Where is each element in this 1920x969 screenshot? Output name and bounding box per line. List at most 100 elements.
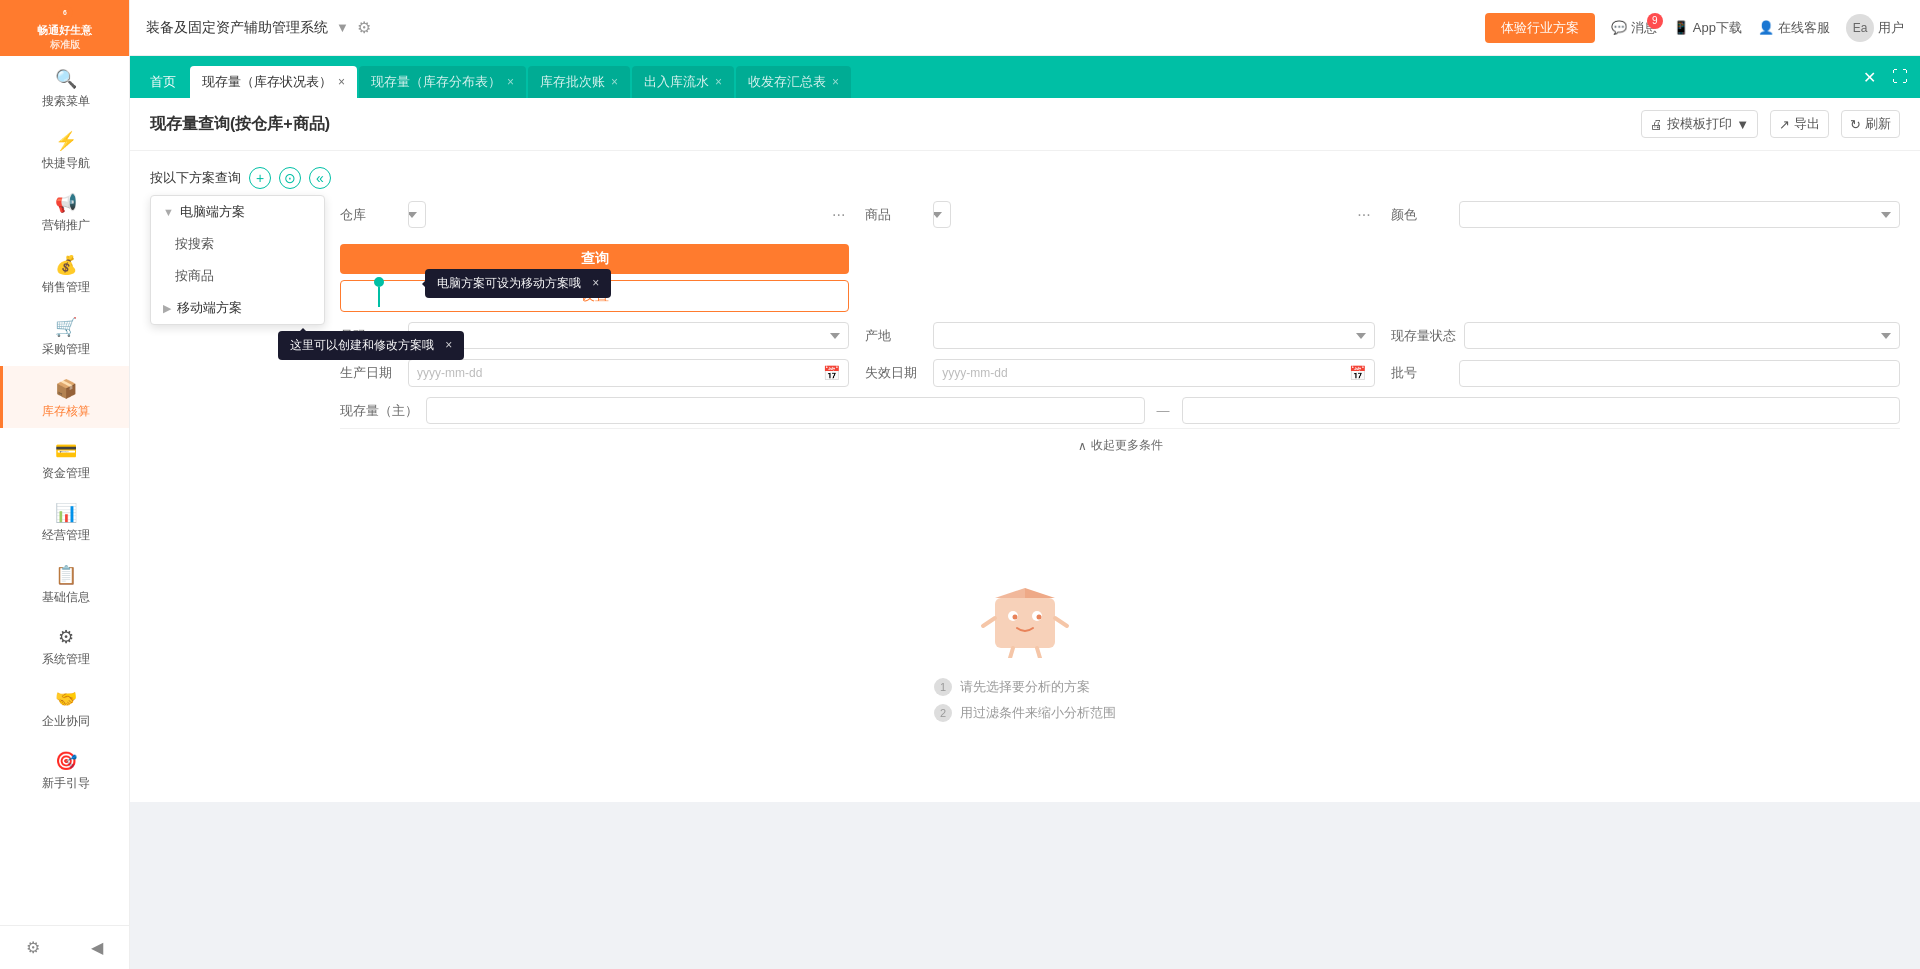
page-title-actions: 🖨 按模板打印 ▼ ↗ 导出 ↻ 刷新 <box>1641 110 1900 138</box>
tab-inventory-status[interactable]: 现存量（库存状况表） × <box>190 66 357 98</box>
sidebar-item-basic-info[interactable]: 📋 基础信息 <box>0 552 129 614</box>
tab-close-icon[interactable]: × <box>507 75 514 89</box>
refresh-button[interactable]: ↻ 刷新 <box>1841 110 1900 138</box>
warehouse-select[interactable] <box>408 201 426 228</box>
tab-close-icon[interactable]: × <box>338 75 345 89</box>
tab-close-icon[interactable]: × <box>611 75 618 89</box>
desktop-scheme-item[interactable]: ▼ 电脑端方案 <box>151 196 324 228</box>
sidebar-item-label: 系统管理 <box>42 651 90 668</box>
tab-summary[interactable]: 收发存汇总表 × <box>736 66 851 98</box>
stock-qty-min[interactable] <box>426 397 1145 424</box>
product-select[interactable] <box>933 201 951 228</box>
tab-close-icon[interactable]: × <box>715 75 722 89</box>
warehouse-dots-icon[interactable]: ··· <box>828 206 849 224</box>
tab-home[interactable]: 首页 <box>138 66 188 98</box>
size-select[interactable] <box>408 322 849 349</box>
sidebar-item-finance[interactable]: 💳 资金管理 <box>0 428 129 490</box>
system-title: 装备及固定资产辅助管理系统 <box>146 19 328 37</box>
produce-date-placeholder: yyyy-mm-dd <box>417 366 482 380</box>
sidebar-item-search-menu[interactable]: 🔍 搜索菜单 <box>0 56 129 118</box>
tab-close-icon[interactable]: × <box>832 75 839 89</box>
sidebar-item-purchase[interactable]: 🛒 采购管理 <box>0 304 129 366</box>
size-select-wrapper <box>408 322 849 349</box>
dropdown-icon[interactable]: ▼ <box>336 20 349 35</box>
tab-inventory-dist[interactable]: 现存量（库存分布表） × <box>359 66 526 98</box>
origin-label: 产地 <box>865 327 925 345</box>
scheme-product-item[interactable]: 按商品 <box>151 260 324 292</box>
tip-num-2: 2 <box>934 704 952 722</box>
arrow-scheme-button[interactable]: « <box>309 167 331 189</box>
stock-status-select-wrapper <box>1464 322 1900 349</box>
product-label: 商品 <box>865 206 925 224</box>
produce-date-start[interactable]: yyyy-mm-dd 📅 <box>408 359 849 387</box>
filter-main: 仓库 ··· 商品 <box>340 201 1900 428</box>
color-select[interactable] <box>1459 201 1900 228</box>
empty-tip-1: 1 请先选择要分析的方案 <box>934 678 1116 696</box>
tab-flow[interactable]: 出入库流水 × <box>632 66 734 98</box>
sidebar-item-inventory[interactable]: 📦 库存核算 <box>0 366 129 428</box>
sidebar-item-system[interactable]: ⚙ 系统管理 <box>0 614 129 676</box>
desktop-scheme-label: 电脑端方案 <box>180 203 245 221</box>
user-profile[interactable]: Ea 用户 <box>1846 14 1904 42</box>
empty-tip-1-text: 请先选择要分析的方案 <box>960 678 1090 696</box>
calendar-icon-2[interactable]: 📅 <box>1349 365 1366 381</box>
industry-plan-button[interactable]: 体验行业方案 <box>1485 13 1595 43</box>
range-separator: — <box>1153 403 1174 418</box>
maximize-icon[interactable]: ⛶ <box>1888 64 1912 90</box>
stock-status-select[interactable] <box>1464 322 1900 349</box>
sidebar-item-cooperation[interactable]: 🤝 企业协同 <box>0 676 129 738</box>
tooltip-scheme-close[interactable]: × <box>592 276 599 290</box>
collapse-bar[interactable]: ∧ 收起更多条件 <box>340 428 1900 462</box>
stock-qty-label: 现存量（主） <box>340 402 418 420</box>
batch-label: 批号 <box>1391 364 1451 382</box>
system-icon: ⚙ <box>58 626 74 648</box>
arrow-down-icon: ▼ <box>163 206 174 218</box>
sales-icon: 💰 <box>55 254 77 276</box>
print-button[interactable]: 🖨 按模板打印 ▼ <box>1641 110 1758 138</box>
export-label: 导出 <box>1794 115 1820 133</box>
batch-input[interactable] <box>1459 360 1900 387</box>
collapse-label: 收起更多条件 <box>1091 437 1163 454</box>
filter-group-produce-date: 生产日期 yyyy-mm-dd 📅 <box>340 359 849 387</box>
stock-status-label: 现存量状态 <box>1391 327 1456 345</box>
empty-tip-2-text: 用过滤条件来缩小分析范围 <box>960 704 1116 722</box>
sidebar-item-sales[interactable]: 💰 销售管理 <box>0 242 129 304</box>
calendar-icon[interactable]: 📅 <box>823 365 840 381</box>
app-download-button[interactable]: 📱 App下载 <box>1673 19 1742 37</box>
expire-date-label: 失效日期 <box>865 364 925 382</box>
origin-select[interactable] <box>933 322 1374 349</box>
sidebar-item-operation[interactable]: 📊 经营管理 <box>0 490 129 552</box>
empty-tip-2: 2 用过滤条件来缩小分析范围 <box>934 704 1116 722</box>
add-scheme-button[interactable]: + <box>249 167 271 189</box>
tab-label: 收发存汇总表 <box>748 73 826 91</box>
connector-indicator <box>374 277 384 307</box>
app-logo: 6 畅通好生意 标准版 <box>0 0 129 56</box>
filter-form: 仓库 ··· 商品 <box>340 201 1900 428</box>
arrow-right-icon: ▶ <box>163 302 171 315</box>
sidebar-item-guide[interactable]: 🎯 新手引导 <box>0 738 129 800</box>
sidebar-item-quick-nav[interactable]: ⚡ 快捷导航 <box>0 118 129 180</box>
connector-dot <box>374 277 384 287</box>
mobile-scheme-item[interactable]: ▶ 移动端方案 <box>151 292 324 324</box>
notice-button[interactable]: 💬 消息 9 <box>1611 19 1657 37</box>
operation-icon: 📊 <box>55 502 77 524</box>
tab-batch-account[interactable]: 库存批次账 × <box>528 66 630 98</box>
stock-qty-max[interactable] <box>1182 397 1901 424</box>
filter-area: 按以下方案查询 + ⊙ « ▼ 电脑端方案 按搜索 按商品 <box>130 151 1920 478</box>
svg-point-7 <box>1013 615 1018 620</box>
scheme-sub-item-label: 按搜索 <box>175 235 214 253</box>
tooltip-create-close[interactable]: × <box>445 338 452 352</box>
cooperation-icon: 🤝 <box>55 688 77 710</box>
expire-date-start[interactable]: yyyy-mm-dd 📅 <box>933 359 1374 387</box>
collapse-sidebar-icon[interactable]: ◀ <box>91 938 103 957</box>
online-service-button[interactable]: 👤 在线客服 <box>1758 19 1830 37</box>
scheme-search-item[interactable]: 按搜索 <box>151 228 324 260</box>
purchase-icon: 🛒 <box>55 316 77 338</box>
settings-icon[interactable]: ⚙ <box>26 938 40 957</box>
export-button[interactable]: ↗ 导出 <box>1770 110 1829 138</box>
close-tab-icon[interactable]: ✕ <box>1859 64 1880 91</box>
settings-gear-icon[interactable]: ⚙ <box>357 18 371 37</box>
product-dots-icon[interactable]: ··· <box>1353 206 1374 224</box>
sidebar-item-marketing[interactable]: 📢 营销推广 <box>0 180 129 242</box>
edit-scheme-button[interactable]: ⊙ <box>279 167 301 189</box>
